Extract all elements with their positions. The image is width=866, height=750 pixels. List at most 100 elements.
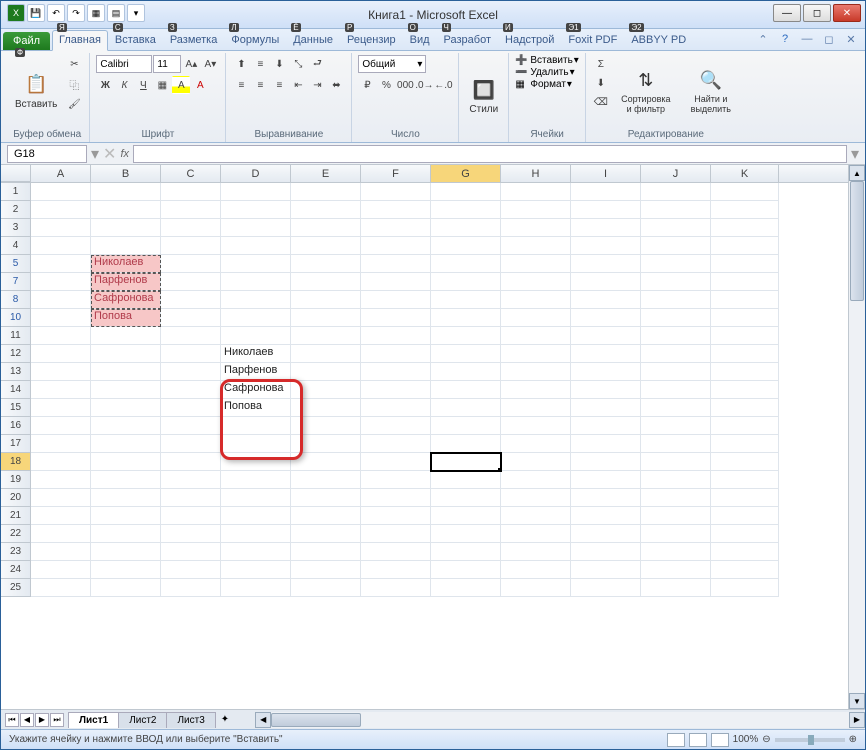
row-header[interactable]: 8: [1, 291, 31, 309]
ribbon-tab[interactable]: РРецензир: [340, 30, 403, 50]
row-header[interactable]: 17: [1, 435, 31, 453]
cell[interactable]: [711, 561, 779, 579]
cell[interactable]: [291, 183, 361, 201]
cell[interactable]: [91, 417, 161, 435]
row-header[interactable]: 15: [1, 399, 31, 417]
cell[interactable]: Парфенов: [91, 273, 161, 291]
cell[interactable]: [31, 255, 91, 273]
qat-undo-icon[interactable]: ↶: [47, 4, 65, 22]
cell[interactable]: [361, 561, 431, 579]
cell[interactable]: [501, 417, 571, 435]
cell[interactable]: [431, 183, 501, 201]
sheet-nav-prev-icon[interactable]: ◀: [20, 713, 34, 727]
cell[interactable]: [91, 507, 161, 525]
cell[interactable]: [431, 453, 501, 471]
cell[interactable]: [571, 381, 641, 399]
row-header[interactable]: 18: [1, 453, 31, 471]
cell[interactable]: [161, 471, 221, 489]
cell[interactable]: [571, 183, 641, 201]
cell[interactable]: [501, 381, 571, 399]
cell[interactable]: [291, 543, 361, 561]
cell[interactable]: [161, 399, 221, 417]
cell[interactable]: [711, 183, 779, 201]
cell[interactable]: [161, 507, 221, 525]
cell[interactable]: [31, 579, 91, 597]
format-cells-button[interactable]: ▦Формат▾: [515, 79, 578, 90]
cell[interactable]: [221, 579, 291, 597]
cell[interactable]: [91, 525, 161, 543]
cell[interactable]: [31, 183, 91, 201]
cell[interactable]: [501, 363, 571, 381]
cell[interactable]: [571, 543, 641, 561]
column-header[interactable]: K: [711, 165, 779, 182]
maximize-button[interactable]: ◻: [803, 4, 831, 22]
ribbon-tab[interactable]: СВставка: [108, 30, 163, 50]
ribbon-tab[interactable]: ЛФормулы: [224, 30, 286, 50]
row-header[interactable]: 13: [1, 363, 31, 381]
cell[interactable]: [571, 507, 641, 525]
row-header[interactable]: 23: [1, 543, 31, 561]
font-size-combo[interactable]: [153, 55, 181, 73]
cell[interactable]: [641, 273, 711, 291]
column-header[interactable]: F: [361, 165, 431, 182]
cell[interactable]: [501, 345, 571, 363]
cell[interactable]: [291, 417, 361, 435]
cell[interactable]: [361, 399, 431, 417]
cell[interactable]: [291, 507, 361, 525]
cell[interactable]: [221, 237, 291, 255]
cell[interactable]: [361, 471, 431, 489]
column-header[interactable]: C: [161, 165, 221, 182]
cell[interactable]: [501, 579, 571, 597]
cell[interactable]: [91, 453, 161, 471]
ribbon-tab[interactable]: ЧРазработ: [437, 30, 498, 50]
cell[interactable]: [571, 561, 641, 579]
cell[interactable]: [641, 579, 711, 597]
cell[interactable]: [91, 219, 161, 237]
new-sheet-icon[interactable]: ✦: [215, 712, 235, 727]
cell[interactable]: [161, 183, 221, 201]
cell[interactable]: [161, 255, 221, 273]
cell[interactable]: Сафронова: [91, 291, 161, 309]
cell[interactable]: [641, 345, 711, 363]
row-header[interactable]: 12: [1, 345, 31, 363]
cell[interactable]: [431, 561, 501, 579]
cell[interactable]: [431, 399, 501, 417]
cell[interactable]: [641, 489, 711, 507]
select-all-corner[interactable]: [1, 165, 31, 182]
cell[interactable]: [361, 237, 431, 255]
minimize-button[interactable]: —: [773, 4, 801, 22]
cell[interactable]: [711, 507, 779, 525]
scroll-thumb[interactable]: [850, 181, 864, 301]
cell[interactable]: [501, 525, 571, 543]
comma-icon[interactable]: 000: [396, 76, 414, 94]
copy-icon[interactable]: ⿻: [65, 75, 83, 93]
qat-item[interactable]: ▦: [87, 4, 105, 22]
scroll-right-icon[interactable]: ▶: [849, 712, 865, 728]
view-break-icon[interactable]: [711, 733, 729, 747]
cell[interactable]: [641, 417, 711, 435]
cell[interactable]: [31, 327, 91, 345]
cell[interactable]: [161, 219, 221, 237]
row-header[interactable]: 20: [1, 489, 31, 507]
cell[interactable]: [571, 237, 641, 255]
cell[interactable]: [161, 291, 221, 309]
cell[interactable]: [711, 453, 779, 471]
cell[interactable]: [31, 489, 91, 507]
cell[interactable]: [431, 219, 501, 237]
cell[interactable]: [361, 183, 431, 201]
cell[interactable]: [571, 309, 641, 327]
fx-icon[interactable]: fx: [120, 148, 129, 160]
ribbon-tab[interactable]: ЁДанные: [286, 30, 340, 50]
cancel-icon[interactable]: ✕: [103, 144, 116, 164]
help-icon[interactable]: ?: [777, 31, 793, 47]
cell[interactable]: [571, 345, 641, 363]
cell[interactable]: [161, 435, 221, 453]
cell[interactable]: [291, 255, 361, 273]
format-painter-icon[interactable]: 🖌: [65, 95, 83, 113]
cell[interactable]: [361, 255, 431, 273]
sheet-tab[interactable]: Лист1: [68, 712, 119, 728]
cell[interactable]: [641, 183, 711, 201]
cell[interactable]: [431, 579, 501, 597]
cell[interactable]: [91, 345, 161, 363]
column-header[interactable]: J: [641, 165, 711, 182]
